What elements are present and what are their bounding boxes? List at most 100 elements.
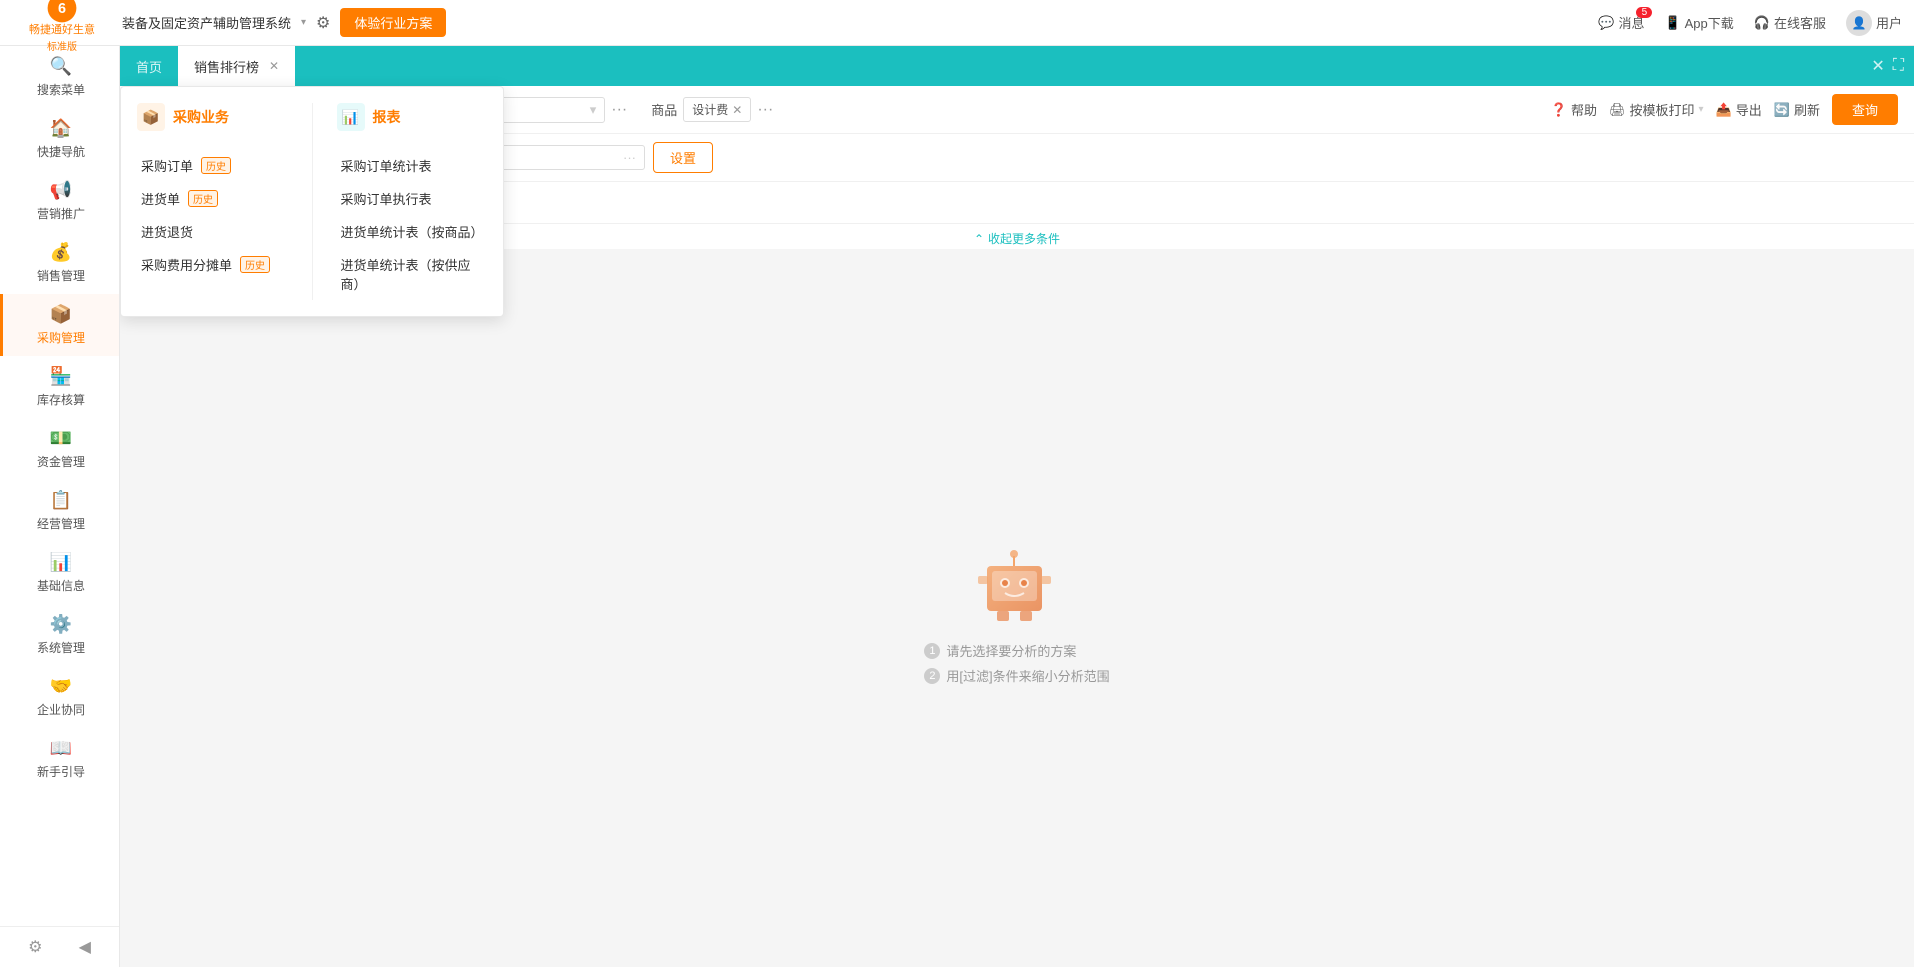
sidebar-settings-icon[interactable]: ⚙ [28, 937, 42, 957]
logo-area: 6 畅捷通好生意 标准版 [12, 0, 112, 53]
help-button[interactable]: ❓ 帮助 [1551, 100, 1597, 119]
sidebar-item-basic-info[interactable]: 📊 基础信息 [0, 542, 119, 604]
print-dropdown-icon[interactable]: ▾ [1699, 104, 1704, 115]
export-label: 导出 [1736, 100, 1762, 119]
sidebar-item-label-guide: 新手引导 [37, 763, 85, 780]
purchase-cost-hist: 历史 [240, 256, 270, 273]
goods-tag[interactable]: 设计费 ✕ [683, 97, 751, 122]
sidebar-item-search-menu[interactable]: 🔍 搜索菜单 [0, 46, 119, 108]
sidebar-item-sales[interactable]: 💰 销售管理 [0, 232, 119, 294]
menu-inbound-stat-goods[interactable]: 进货单统计表（按商品） [337, 215, 488, 248]
voucher-status-dots[interactable]: ··· [611, 101, 627, 119]
sidebar: 🔍 搜索菜单 🏠 快捷导航 📢 营销推广 💰 销售管理 📦 采购管理 🏪 库存核… [0, 46, 120, 967]
inbound-stat-supplier-label: 进货单统计表（按供应商） [341, 255, 484, 293]
sidebar-item-enterprise[interactable]: 🤝 企业协同 [0, 666, 119, 728]
sidebar-item-label-search: 搜索菜单 [37, 81, 85, 98]
sidebar-item-operations[interactable]: 📋 经营管理 [0, 480, 119, 542]
guide-icon: 📖 [50, 738, 72, 759]
header-right: 💬 消息 5 📱 App下载 🎧 在线客服 👤 用户 [1598, 10, 1902, 36]
system-title: 装备及固定资产辅助管理系统 [122, 13, 291, 32]
purchase-business-col: 📦 采购业务 采购订单 历史 进货单 历史 进货退货 采购费用分摊单 历史 [137, 103, 288, 300]
menu-purchase-cost[interactable]: 采购费用分摊单 历史 [137, 248, 288, 281]
sidebar-item-label-ops: 经营管理 [37, 515, 85, 532]
tab-bar-expand-icon[interactable]: ⛶ [1893, 57, 1904, 75]
top-header: 6 畅捷通好生意 标准版 装备及固定资产辅助管理系统 ▾ ⚙ 体验行业方案 💬 … [0, 0, 1914, 46]
tab-home[interactable]: 首页 [120, 46, 178, 86]
sidebar-item-guide[interactable]: 📖 新手引导 [0, 728, 119, 790]
goods-tag-remove[interactable]: ✕ [732, 103, 742, 117]
query-button[interactable]: 查询 [1832, 94, 1898, 125]
empty-icon-container [957, 531, 1077, 631]
sidebar-item-system[interactable]: ⚙️ 系统管理 [0, 604, 119, 666]
sidebar-item-inventory[interactable]: 🏪 库存核算 [0, 356, 119, 418]
sidebar-item-funds[interactable]: 💵 资金管理 [0, 418, 119, 480]
tab-bar: 首页 销售排行榜 ✕ ✕ ⛶ [120, 46, 1914, 86]
purchase-order-exec-label: 采购订单执行表 [341, 189, 432, 208]
sidebar-collapse-icon[interactable]: ◀ [79, 937, 91, 957]
goods-label: 商品 [651, 100, 677, 119]
search-menu-icon: 🔍 [50, 56, 72, 77]
online-service-label: 在线客服 [1774, 13, 1826, 32]
gear-icon[interactable]: ⚙ [316, 13, 330, 33]
collapse-up-icon: ⌃ [974, 232, 984, 246]
sidebar-item-label-enterprise: 企业协同 [37, 701, 85, 718]
quick-nav-icon: 🏠 [50, 118, 72, 139]
refresh-button[interactable]: 🔄 刷新 [1774, 100, 1820, 119]
tab-bar-close-icon[interactable]: ✕ [1871, 56, 1884, 76]
menu-inbound[interactable]: 进货单 历史 [137, 182, 288, 215]
dropdown-arrow-icon[interactable]: ▾ [301, 17, 306, 28]
goods-dots[interactable]: ··· [757, 101, 773, 119]
export-button[interactable]: 📤 导出 [1716, 100, 1762, 119]
purchase-icon: 📦 [50, 304, 72, 325]
operations-icon: 📋 [50, 490, 72, 511]
phone-icon: 📱 [1664, 15, 1680, 31]
funds-icon: 💵 [50, 428, 72, 449]
tab-close-icon[interactable]: ✕ [269, 59, 279, 73]
purchase-order-label: 采购订单 [141, 156, 193, 175]
refresh-icon: 🔄 [1774, 102, 1790, 118]
report-col-title-text: 报表 [373, 107, 401, 127]
purchase-col-title-text: 采购业务 [173, 107, 229, 127]
sidebar-bottom: ⚙ ◀ [0, 926, 119, 967]
collapse-button[interactable]: ⌃ 收起更多条件 [974, 230, 1060, 247]
tab-home-label: 首页 [136, 57, 162, 76]
menu-return-goods[interactable]: 进货退货 [137, 215, 288, 248]
enterprise-icon: 🤝 [50, 676, 72, 697]
sidebar-item-marketing[interactable]: 📢 营销推广 [0, 170, 119, 232]
online-service-button[interactable]: 🎧 在线客服 [1754, 13, 1826, 32]
sidebar-item-purchase[interactable]: 📦 采购管理 [0, 294, 119, 356]
sidebar-item-label-sales: 销售管理 [37, 267, 85, 284]
empty-text: 1 请先选择要分析的方案 2 用[过滤]条件来缩小分析范围 [924, 641, 1109, 685]
sales-icon: 💰 [50, 242, 72, 263]
menu-inbound-stat-supplier[interactable]: 进货单统计表（按供应商） [337, 248, 488, 300]
sidebar-item-quick-nav[interactable]: 🏠 快捷导航 [0, 108, 119, 170]
tab-sales-rank[interactable]: 销售排行榜 ✕ [178, 46, 295, 86]
sidebar-item-label-quicknav: 快捷导航 [37, 143, 85, 160]
menu-purchase-order-exec[interactable]: 采购订单执行表 [337, 182, 488, 215]
purchase-order-hist: 历史 [201, 157, 231, 174]
app-download-button[interactable]: 📱 App下载 [1664, 13, 1733, 32]
logo-icon: 6 [46, 0, 78, 24]
menu-purchase-order[interactable]: 采购订单 历史 [137, 149, 288, 182]
logo-main-text: 畅捷通好生意 [29, 24, 95, 37]
messages-button[interactable]: 💬 消息 5 [1598, 13, 1644, 32]
purchase-cost-label: 采购费用分摊单 [141, 255, 232, 274]
menu-purchase-order-stat[interactable]: 采购订单统计表 [337, 149, 488, 182]
inbound-stat-goods-label: 进货单统计表（按商品） [341, 222, 484, 241]
app-download-label: App下载 [1685, 13, 1734, 32]
inventory-icon: 🏪 [50, 366, 72, 387]
user-button[interactable]: 👤 用户 [1846, 10, 1902, 36]
sidebar-item-label-basic: 基础信息 [37, 577, 85, 594]
settings-button[interactable]: 设置 [653, 142, 713, 173]
empty-state: 1 请先选择要分析的方案 2 用[过滤]条件来缩小分析范围 [120, 249, 1914, 967]
dropdown-divider [312, 103, 313, 300]
industry-button[interactable]: 体验行业方案 [340, 8, 446, 37]
system-icon: ⚙️ [50, 614, 72, 635]
toolbar-right: ❓ 帮助 🖨 按模板打印 ▾ 📤 导出 🔄 刷新 [1551, 94, 1898, 125]
message-icon: 💬 [1598, 15, 1614, 31]
user-label: 用户 [1876, 13, 1902, 32]
content-area: 首页 销售排行榜 ✕ ✕ ⛶ 日期 2024-12-31 近7天 更多 自定义 [120, 46, 1914, 967]
svg-text:6: 6 [58, 1, 66, 17]
print-button[interactable]: 🖨 按模板打印 ▾ [1609, 100, 1704, 119]
tab-sales-rank-label: 销售排行榜 [194, 57, 259, 76]
